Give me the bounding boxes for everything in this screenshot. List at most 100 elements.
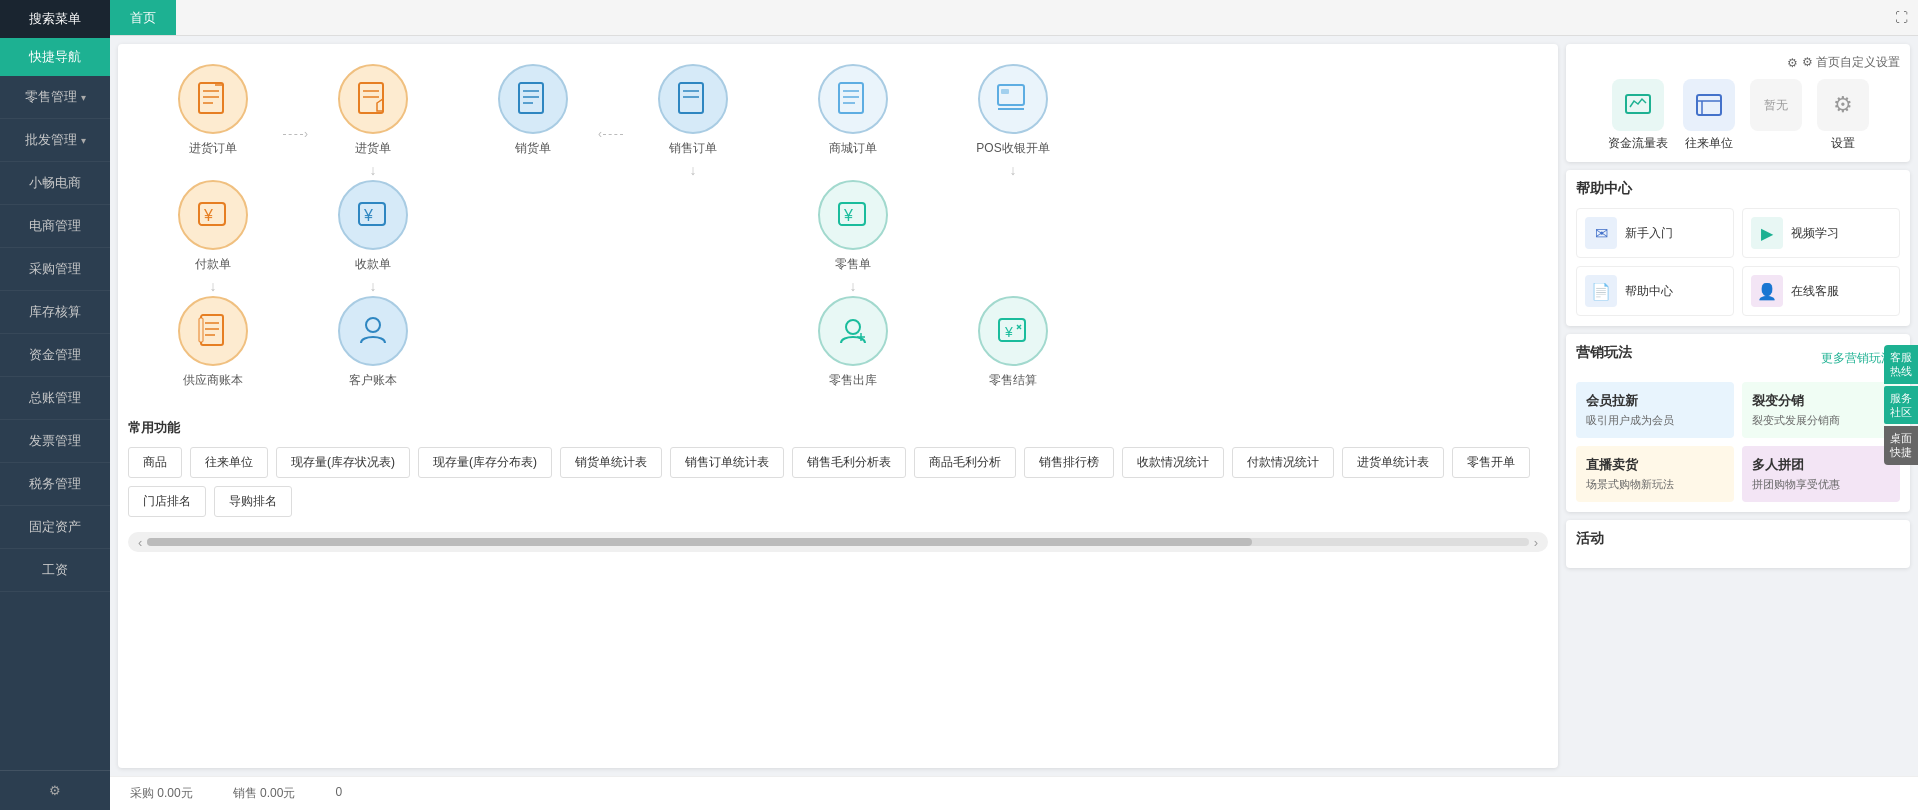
purchase-order-label: 进货订单 <box>189 140 237 157</box>
flow-node-retail-out[interactable]: 零售出库 <box>788 296 918 389</box>
group-desc: 拼团购物享受优惠 <box>1752 477 1890 492</box>
func-btn-purchase-stat[interactable]: 进货单统计表 <box>1342 447 1444 478</box>
func-btn-store-rank[interactable]: 门店排名 <box>128 486 206 517</box>
svg-rect-4 <box>359 83 383 113</box>
func-btn-sales-order-stat[interactable]: 销售订单统计表 <box>670 447 784 478</box>
help-item-help[interactable]: 📄 帮助中心 <box>1576 266 1734 316</box>
sidebar-item-invoice[interactable]: 发票管理 <box>0 420 110 463</box>
func-btn-margin-analysis[interactable]: 销售毛利分析表 <box>792 447 906 478</box>
sidebar-item-salary[interactable]: 工资 <box>0 549 110 592</box>
sidebar-item-ecommerce[interactable]: 电商管理 <box>0 205 110 248</box>
scroll-right-button[interactable]: › <box>1529 535 1543 550</box>
func-btn-stock1[interactable]: 现存量(库存状况表) <box>276 447 410 478</box>
flow-node-payment[interactable]: ¥ 付款单 <box>148 180 278 273</box>
sidebar-item-tax[interactable]: 税务管理 <box>0 463 110 506</box>
quick-access-panel: ⚙ ⚙ 首页自定义设置 资金流量表 <box>1566 44 1910 162</box>
sidebar-item-assets[interactable]: 固定资产 <box>0 506 110 549</box>
fullscreen-button[interactable]: ⛶ <box>1895 10 1908 25</box>
v2-empty-1 <box>468 278 598 294</box>
spacer-1 <box>438 135 468 157</box>
sidebar-item-salary-label: 工资 <box>42 561 68 579</box>
tab-bar: 首页 ⛶ <box>110 0 1918 36</box>
flow-node-pos[interactable]: POS收银开单 <box>948 64 1078 157</box>
v2-conn-3: ↓ <box>788 278 918 294</box>
sidebar-item-finance[interactable]: 资金管理 <box>0 334 110 377</box>
contacts-label: 往来单位 <box>1685 135 1733 152</box>
func-btn-product-margin[interactable]: 商品毛利分析 <box>914 447 1016 478</box>
sidebar-item-ecommerce-label: 电商管理 <box>29 217 81 235</box>
help-doc-label: 帮助中心 <box>1625 283 1673 300</box>
func-btn-sales-stat[interactable]: 销货单统计表 <box>560 447 662 478</box>
func-btn-receipt-stat[interactable]: 收款情况统计 <box>1122 447 1224 478</box>
sidebar-item-inventory[interactable]: 库存核算 <box>0 291 110 334</box>
service-icon: 👤 <box>1751 275 1783 307</box>
sidebar-item-finance-label: 资金管理 <box>29 346 81 364</box>
float-btn-desktop[interactable]: 桌面快捷 <box>1884 426 1918 465</box>
sidebar-item-invoice-label: 发票管理 <box>29 432 81 450</box>
tab-home[interactable]: 首页 <box>110 0 176 35</box>
func-btn-sales-rank[interactable]: 销售排行榜 <box>1024 447 1114 478</box>
flow-node-sales-order[interactable]: 销售订单 <box>628 64 758 157</box>
svg-point-32 <box>366 318 380 332</box>
func-btn-units[interactable]: 往来单位 <box>190 447 268 478</box>
tab-bar-right: ⛶ <box>1895 10 1918 25</box>
flow-node-purchase[interactable]: 进货单 <box>308 64 438 157</box>
func-btn-retail-order[interactable]: 零售开单 <box>1452 447 1530 478</box>
flow-node-purchase-order[interactable]: 进货订单 <box>148 64 278 157</box>
stat-purchase: 采购 0.00元 <box>130 785 193 802</box>
func-btn-payment-stat[interactable]: 付款情况统计 <box>1232 447 1334 478</box>
marketing-item-distribution[interactable]: 裂变分销 裂变式发展分销商 <box>1742 382 1900 438</box>
marketing-item-group[interactable]: 多人拼团 拼团购物享受优惠 <box>1742 446 1900 502</box>
flow-node-supplier-ledger[interactable]: 供应商账本 <box>148 296 278 389</box>
flow-node-retail-bill[interactable]: ¥ 零售单 <box>788 180 918 273</box>
help-item-service[interactable]: 👤 在线客服 <box>1742 266 1900 316</box>
function-grid: 商品 往来单位 现存量(库存状况表) 现存量(库存分布表) 销货单统计表 销售订… <box>128 447 1548 517</box>
scroll-area: ‹ › <box>128 532 1548 552</box>
flow-node-retail-settle[interactable]: ¥ 零售结算 <box>948 296 1078 389</box>
flow-node-receipt[interactable]: ¥ 收款单 <box>308 180 438 273</box>
func-btn-product[interactable]: 商品 <box>128 447 182 478</box>
quick-icon-contacts[interactable]: 往来单位 <box>1683 79 1735 152</box>
pos-icon <box>978 64 1048 134</box>
marketing-item-member[interactable]: 会员拉新 吸引用户成为会员 <box>1576 382 1734 438</box>
sidebar: 搜索菜单 快捷导航 零售管理 ▾ 批发管理 ▾ 小畅电商 电商管理 采购管理 库… <box>0 0 110 810</box>
main-content: 首页 ⛶ 进货订单 <box>110 0 1918 810</box>
common-functions: 常用功能 商品 往来单位 现存量(库存状况表) 现存量(库存分布表) 销货单统计… <box>128 419 1548 517</box>
settings-icon: ⚙ <box>1787 56 1798 70</box>
sidebar-item-purchase[interactable]: 采购管理 <box>0 248 110 291</box>
arrow-1: › <box>278 134 308 157</box>
chevron-down-icon-2: ▾ <box>81 135 86 146</box>
sidebar-gear-button[interactable]: ⚙ <box>0 770 110 810</box>
flow-node-sales[interactable]: 销货单 <box>468 64 598 157</box>
sidebar-item-ecommerce-small[interactable]: 小畅电商 <box>0 162 110 205</box>
v-conn-2: ↓ <box>308 162 438 178</box>
help-item-video[interactable]: ▶ 视频学习 <box>1742 208 1900 258</box>
marketing-section: 营销玩法 更多营销玩法 › 会员拉新 吸引用户成为会员 裂变分销 裂变式发展分销… <box>1566 334 1910 512</box>
marketing-item-live[interactable]: 直播卖货 场景式购物新玩法 <box>1576 446 1734 502</box>
homepage-settings-label[interactable]: ⚙ 首页自定义设置 <box>1802 54 1900 71</box>
chevron-down-icon: ▾ <box>81 92 86 103</box>
sidebar-search[interactable]: 搜索菜单 <box>0 0 110 38</box>
flow-node-customer-ledger[interactable]: 客户账本 <box>308 296 438 389</box>
help-doc-icon: 📄 <box>1585 275 1617 307</box>
func-btn-guide-rank[interactable]: 导购排名 <box>214 486 292 517</box>
sales-order-icon <box>658 64 728 134</box>
func-btn-stock2[interactable]: 现存量(库存分布表) <box>418 447 552 478</box>
sidebar-item-wholesale[interactable]: 批发管理 ▾ <box>0 119 110 162</box>
sidebar-item-retail[interactable]: 零售管理 ▾ <box>0 76 110 119</box>
scroll-left-button[interactable]: ‹ <box>133 535 147 550</box>
float-btn-service[interactable]: 客服热线 <box>1884 345 1918 384</box>
quick-icon-cashflow[interactable]: 资金流量表 <box>1608 79 1668 152</box>
payment-icon: ¥ <box>178 180 248 250</box>
quick-icon-settings[interactable]: ⚙ 设置 <box>1817 79 1869 152</box>
member-desc: 吸引用户成为会员 <box>1586 413 1724 428</box>
v-conn-spacer-2 <box>438 162 468 178</box>
v-conn-spacer-3 <box>598 162 628 178</box>
svg-text:¥: ¥ <box>843 207 853 224</box>
scroll-track[interactable] <box>147 538 1528 546</box>
sidebar-item-ledger[interactable]: 总账管理 <box>0 377 110 420</box>
sidebar-item-retail-label: 零售管理 <box>25 88 77 106</box>
help-item-beginner[interactable]: ✉ 新手入门 <box>1576 208 1734 258</box>
flow-node-mall-order[interactable]: 商城订单 <box>788 64 918 157</box>
float-btn-community[interactable]: 服务社区 <box>1884 386 1918 425</box>
